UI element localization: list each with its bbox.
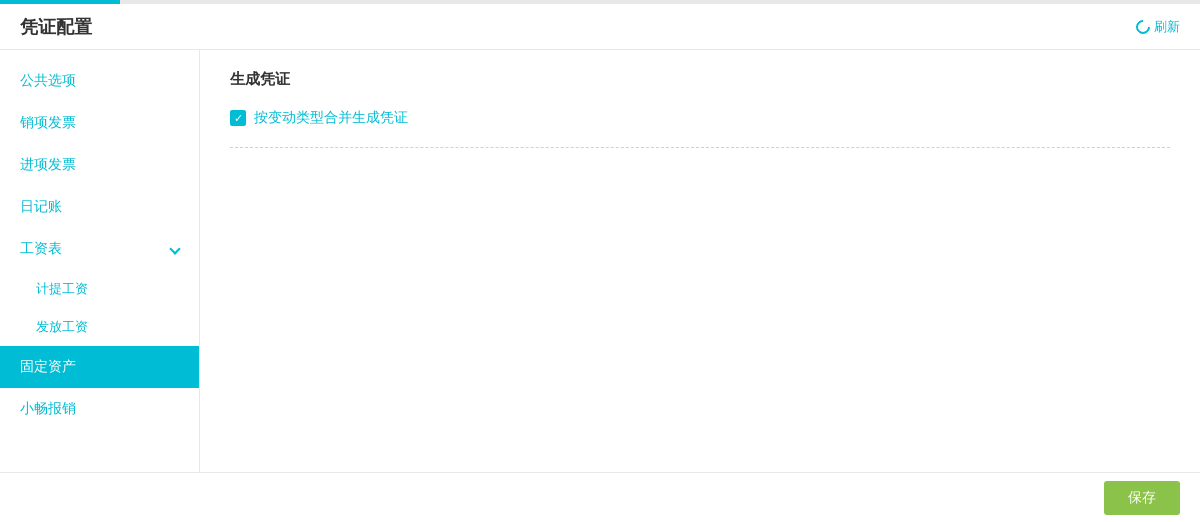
- save-button[interactable]: 保存: [1104, 481, 1180, 515]
- sidebar-item-calc-payroll[interactable]: 计提工资: [0, 270, 199, 308]
- refresh-button[interactable]: 刷新: [1136, 18, 1180, 36]
- main-content: 生成凭证 ✓ 按变动类型合并生成凭证: [200, 50, 1200, 472]
- page-wrapper: 凭证配置 刷新 公共选项 销项发票 进项发票 日记账 工资表: [0, 0, 1200, 522]
- checkbox-wrapper[interactable]: ✓ 按变动类型合并生成凭证: [230, 109, 408, 127]
- page-title: 凭证配置: [20, 15, 92, 39]
- sidebar-item-journal[interactable]: 日记账: [0, 186, 199, 228]
- sidebar-item-label: 日记账: [20, 198, 62, 216]
- top-nav-active: [0, 0, 120, 4]
- sidebar-item-label: 计提工资: [36, 281, 88, 296]
- footer: 保存: [0, 472, 1200, 522]
- sidebar-item-expense-report[interactable]: 小畅报销: [0, 388, 199, 430]
- sidebar-item-label: 发放工资: [36, 319, 88, 334]
- checkbox-label: 按变动类型合并生成凭证: [254, 109, 408, 127]
- merge-checkbox[interactable]: ✓: [230, 110, 246, 126]
- form-row: ✓ 按变动类型合并生成凭证: [230, 109, 1170, 127]
- refresh-icon: [1133, 17, 1153, 37]
- divider: [230, 147, 1170, 148]
- header: 凭证配置 刷新: [0, 4, 1200, 50]
- check-mark: ✓: [234, 113, 243, 124]
- sidebar: 公共选项 销项发票 进项发票 日记账 工资表 计提工资 发放工资 固定资产: [0, 50, 200, 472]
- sidebar-item-public-options[interactable]: 公共选项: [0, 60, 199, 102]
- chevron-down-icon: [169, 243, 180, 254]
- sidebar-item-sales-invoice[interactable]: 销项发票: [0, 102, 199, 144]
- sidebar-item-payroll[interactable]: 工资表: [0, 228, 199, 270]
- body: 公共选项 销项发票 进项发票 日记账 工资表 计提工资 发放工资 固定资产: [0, 50, 1200, 472]
- sidebar-item-label: 小畅报销: [20, 400, 76, 418]
- sidebar-item-label: 固定资产: [20, 358, 76, 376]
- sidebar-item-purchase-invoice[interactable]: 进项发票: [0, 144, 199, 186]
- sidebar-item-label: 公共选项: [20, 72, 76, 90]
- sidebar-item-fixed-assets[interactable]: 固定资产: [0, 346, 199, 388]
- sidebar-item-label: 销项发票: [20, 114, 76, 132]
- sidebar-item-label: 进项发票: [20, 156, 76, 174]
- top-nav: [0, 0, 1200, 4]
- sidebar-item-pay-payroll[interactable]: 发放工资: [0, 308, 199, 346]
- section-title: 生成凭证: [230, 70, 1170, 89]
- refresh-label: 刷新: [1154, 18, 1180, 36]
- sidebar-item-label: 工资表: [20, 240, 62, 258]
